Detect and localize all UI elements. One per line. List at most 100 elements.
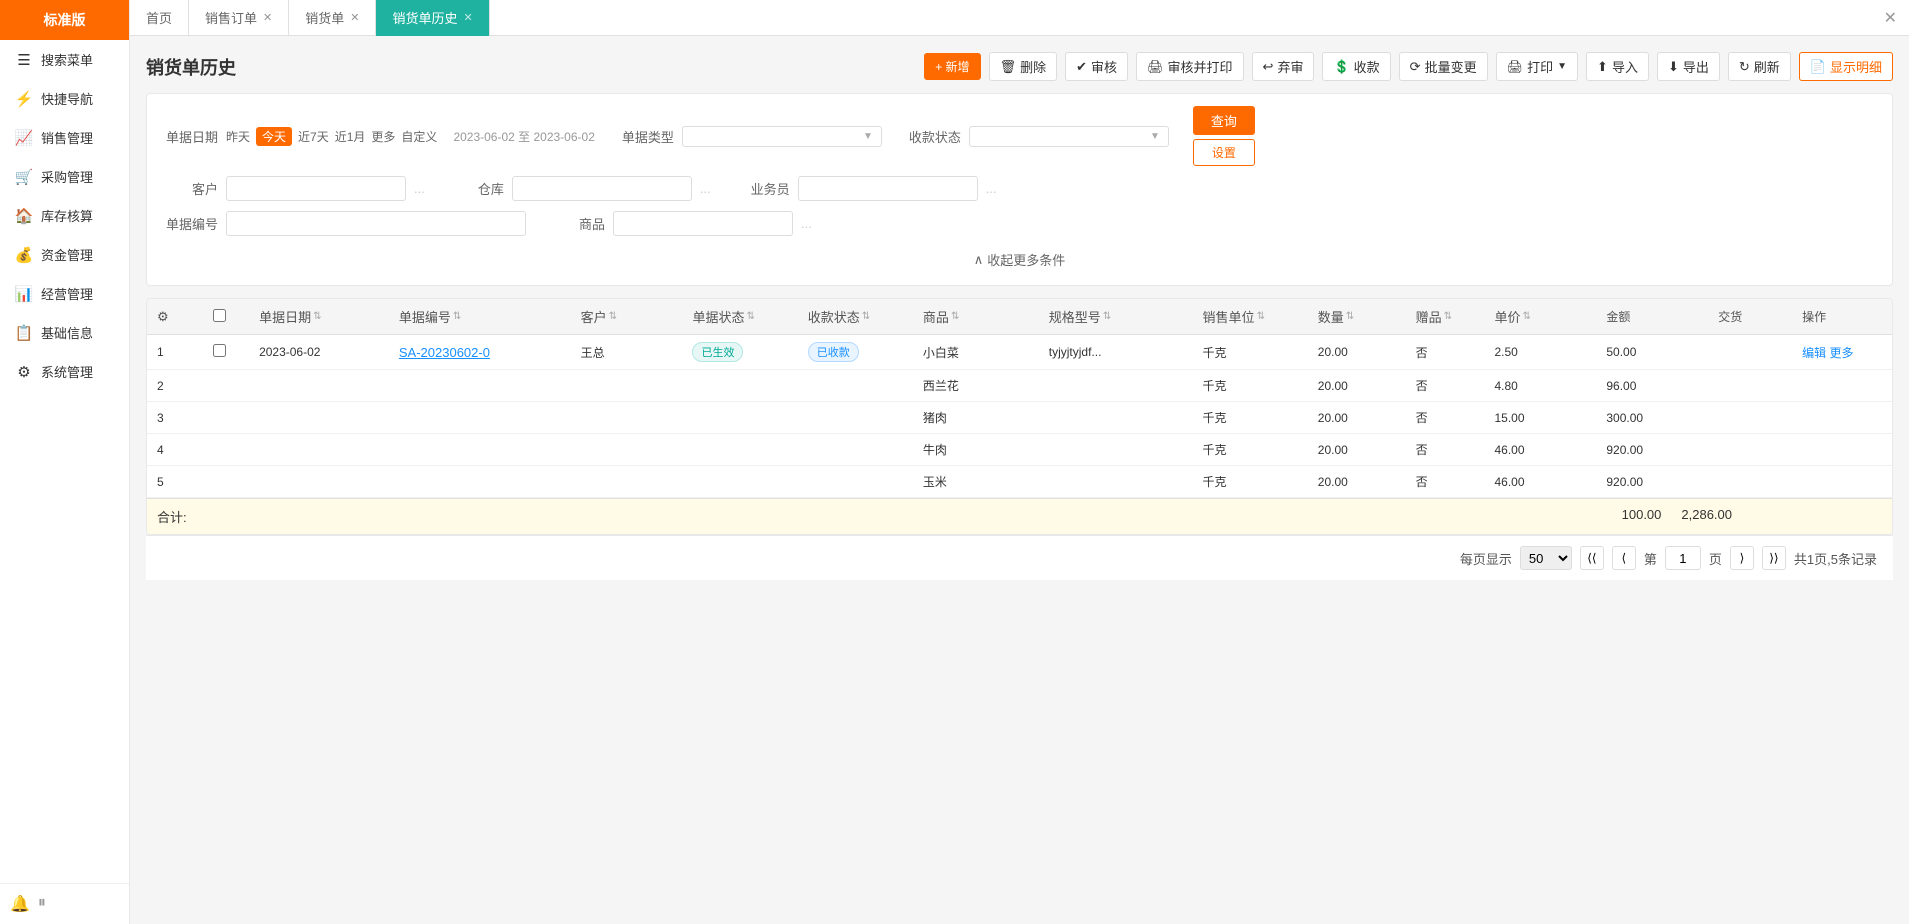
date-shortcut-custom[interactable]: 自定义 [401, 128, 437, 145]
page-size-select[interactable]: 50 100 200 [1520, 546, 1572, 570]
goods-input[interactable] [613, 211, 793, 236]
cell-qty: 20.00 [1308, 402, 1406, 434]
page-size-label: 每页显示 [1460, 549, 1512, 568]
review-button[interactable]: ✔ 审核 [1065, 52, 1128, 81]
th-price[interactable]: 单价⇅ [1485, 299, 1597, 335]
new-button[interactable]: + 新增 [924, 53, 980, 80]
th-settings[interactable]: ⚙ [147, 299, 203, 335]
notification-icon[interactable]: 🔔 [10, 894, 30, 914]
first-page-button[interactable]: ⟨⟨ [1580, 546, 1604, 570]
date-shortcut-7days[interactable]: 近7天 [298, 128, 329, 145]
collect-button[interactable]: 💲 收款 [1322, 52, 1390, 81]
delete-button[interactable]: 🗑 删除 [989, 52, 1058, 81]
date-shortcut-more[interactable]: 更多 [371, 128, 395, 145]
th-order-status[interactable]: 单据状态⇅ [682, 299, 797, 335]
batch-change-button[interactable]: ⟳ 批量变更 [1399, 52, 1488, 81]
tab-delivery-close[interactable]: ✕ [350, 11, 359, 24]
warehouse-input[interactable] [512, 176, 692, 201]
date-shortcut-yesterday[interactable]: 昨天 [226, 128, 250, 145]
sys-icon: ⚙ [15, 363, 33, 381]
tab-home[interactable]: 首页 [130, 0, 189, 36]
next-page-button[interactable]: ⟩ [1730, 546, 1754, 570]
sidebar-item-finance[interactable]: 💰 资金管理 [0, 235, 129, 274]
th-date[interactable]: 单据日期⇅ [249, 299, 389, 335]
pay-sort-icon[interactable]: ⇅ [862, 311, 870, 322]
export-button[interactable]: ⬇ 导出 [1657, 52, 1720, 81]
tab-sales-order[interactable]: 销售订单 ✕ [189, 0, 289, 36]
tab-history[interactable]: 销货单历史 ✕ [376, 0, 489, 36]
gift-sort-icon[interactable]: ⇅ [1444, 311, 1452, 322]
sidebar-item-inventory[interactable]: 🏠 库存核算 [0, 196, 129, 235]
date-shortcut-1month[interactable]: 近1月 [335, 128, 366, 145]
cell-spec [1039, 402, 1193, 434]
table-settings-icon[interactable]: ⚙ [157, 309, 169, 324]
print-button[interactable]: 🖨 打印 ▼ [1496, 52, 1578, 81]
th-unit[interactable]: 销售单位⇅ [1193, 299, 1308, 335]
tab-sales-order-close[interactable]: ✕ [263, 11, 272, 24]
warehouse-picker[interactable]: ... [700, 181, 711, 196]
filter-goods: 商品 ... [550, 211, 812, 236]
total-pages-label: 共1页,5条记录 [1794, 549, 1877, 568]
filter-order-no: 单据编号 [163, 211, 526, 236]
setup-button[interactable]: 设置 [1193, 139, 1255, 166]
sidebar-item-sys-mgmt[interactable]: ⚙ 系统管理 [0, 352, 129, 391]
order-no-label: 单据编号 [163, 214, 218, 233]
th-customer[interactable]: 客户⇅ [571, 299, 683, 335]
page-number-input[interactable] [1665, 546, 1701, 570]
date-sort-icon[interactable]: ⇅ [313, 311, 321, 322]
qty-sort-icon[interactable]: ⇅ [1346, 311, 1354, 322]
sidebar-item-purchase-mgmt[interactable]: 🛒 采购管理 [0, 157, 129, 196]
refresh-button[interactable]: ↻ 刷新 [1728, 52, 1791, 81]
order-status-sort-icon[interactable]: ⇅ [747, 311, 755, 322]
goods-picker[interactable]: ... [801, 216, 812, 231]
cell-order-no [389, 466, 571, 498]
th-gift[interactable]: 赠品⇅ [1406, 299, 1485, 335]
sidebar-item-ops[interactable]: 📊 经营管理 [0, 274, 129, 313]
th-goods[interactable]: 商品⇅ [913, 299, 1039, 335]
staff-picker[interactable]: ... [986, 181, 997, 196]
customer-sort-icon[interactable]: ⇅ [609, 311, 617, 322]
pay-status-select[interactable]: ▼ [969, 126, 1169, 147]
th-pay-status[interactable]: 收款状态⇅ [798, 299, 913, 335]
unit-sort-icon[interactable]: ⇅ [1257, 311, 1265, 322]
sales-icon: 📈 [15, 129, 33, 147]
abandon-button[interactable]: ↩ 弃审 [1252, 52, 1315, 81]
tabs-close-all[interactable]: ✕ [1872, 8, 1909, 28]
spec-sort-icon[interactable]: ⇅ [1103, 311, 1111, 322]
staff-input[interactable] [798, 176, 978, 201]
customer-picker[interactable]: ... [414, 181, 425, 196]
th-qty[interactable]: 数量⇅ [1308, 299, 1406, 335]
sidebar-item-sales-mgmt[interactable]: 📈 销售管理 [0, 118, 129, 157]
order-no-input[interactable] [226, 211, 526, 236]
table-row: 5 玉米 千克 20.00 否 46.00 920.00 [147, 466, 1892, 498]
last-page-button[interactable]: ⟩⟩ [1762, 546, 1786, 570]
sidebar-item-search-menu[interactable]: ☰ 搜索菜单 [0, 40, 129, 79]
action-btn-0[interactable]: 编辑 [1802, 346, 1826, 360]
tab-history-close[interactable]: ✕ [464, 11, 473, 24]
sidebar-item-basic-info[interactable]: 📋 基础信息 [0, 313, 129, 352]
pause-icon[interactable]: ⏸ [38, 894, 46, 914]
tab-delivery[interactable]: 销货单 ✕ [289, 0, 376, 36]
action-btn-1[interactable]: 更多 [1829, 346, 1853, 360]
prev-page-button[interactable]: ⟨ [1612, 546, 1636, 570]
date-shortcut-today[interactable]: 今天 [256, 127, 292, 146]
footer-label: 合计: [157, 507, 357, 526]
type-select[interactable]: ▼ [682, 126, 882, 147]
th-spec[interactable]: 规格型号⇅ [1039, 299, 1193, 335]
customer-input[interactable] [226, 176, 406, 201]
import-button[interactable]: ⬆ 导入 [1586, 52, 1649, 81]
order-sort-icon[interactable]: ⇅ [453, 311, 461, 322]
select-all-checkbox[interactable] [213, 309, 226, 322]
query-button[interactable]: 查询 [1193, 106, 1255, 135]
price-sort-icon[interactable]: ⇅ [1523, 311, 1531, 322]
row-checkbox[interactable] [213, 344, 226, 357]
review-print-button[interactable]: 🖨 审核并打印 [1136, 52, 1244, 81]
sidebar-item-quick-nav[interactable]: ⚡ 快捷导航 [0, 79, 129, 118]
order-no-link[interactable]: SA-20230602-0 [399, 345, 490, 360]
goods-sort-icon[interactable]: ⇅ [951, 311, 959, 322]
th-trade: 交货 [1708, 299, 1792, 335]
staff-label: 业务员 [735, 179, 790, 198]
collapse-button[interactable]: ∧ 收起更多条件 [970, 246, 1070, 273]
th-order-no[interactable]: 单据编号⇅ [389, 299, 571, 335]
show-detail-button[interactable]: 📄 显示明细 [1799, 52, 1893, 81]
